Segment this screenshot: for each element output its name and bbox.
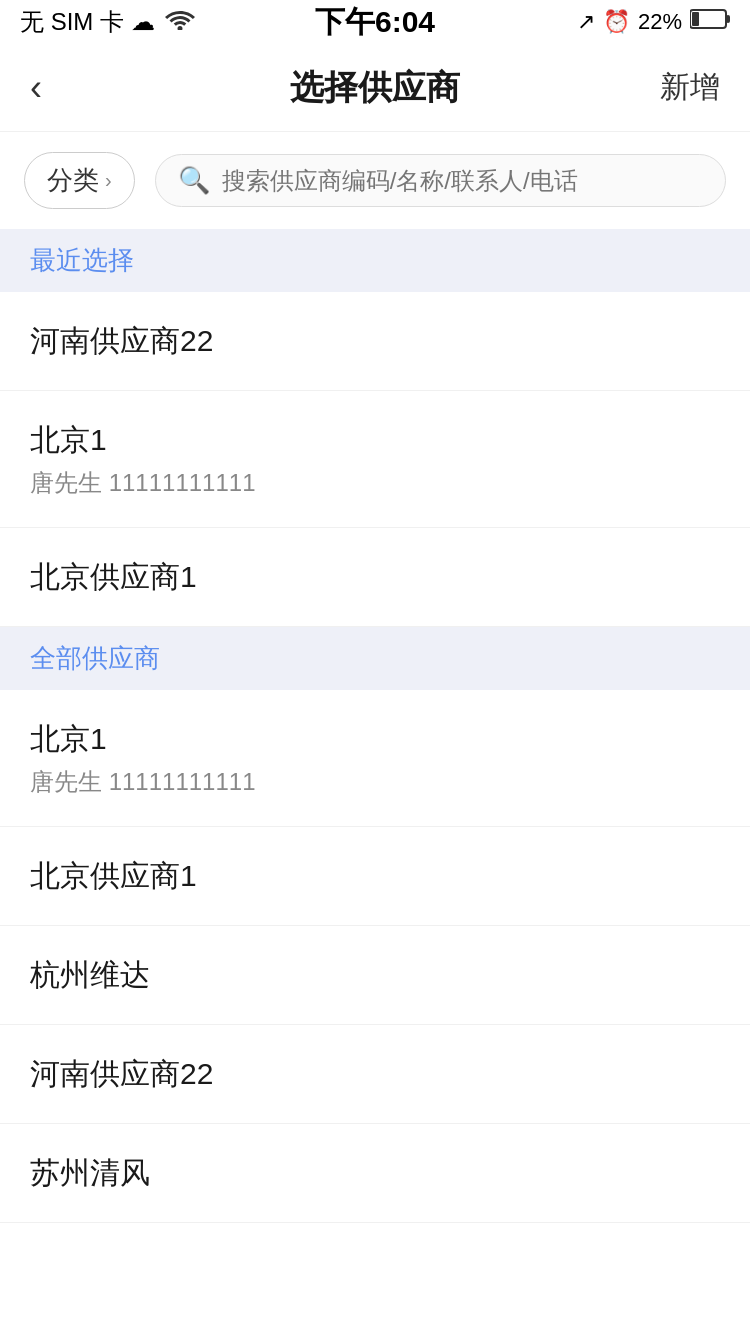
location-icon: ↗ [577, 9, 595, 35]
nav-bar: ‹ 选择供应商 新增 [0, 44, 750, 132]
list-item[interactable]: 北京供应商1 [0, 528, 750, 627]
sim-status: 无 SIM 卡 ☁ [20, 6, 155, 38]
list-item[interactable]: 河南供应商22 [0, 292, 750, 391]
all-section-header: 全部供应商 [0, 627, 750, 690]
recent-list: 河南供应商22 北京1 唐先生 11111111111 北京供应商1 [0, 292, 750, 627]
item-name: 北京供应商1 [30, 855, 720, 897]
list-item[interactable]: 北京1 唐先生 11111111111 [0, 391, 750, 528]
item-sub: 唐先生 11111111111 [30, 467, 720, 499]
item-name: 北京1 [30, 718, 720, 760]
search-input[interactable] [222, 167, 703, 195]
item-name: 河南供应商22 [30, 320, 720, 362]
category-label: 分类 [47, 163, 99, 198]
add-button[interactable]: 新增 [660, 67, 720, 108]
status-left: 无 SIM 卡 ☁ [20, 6, 195, 38]
item-name: 杭州维达 [30, 954, 720, 996]
chevron-right-icon: › [105, 169, 112, 192]
status-bar: 无 SIM 卡 ☁ 下午6:04 ↗ ⏰ 22% [0, 0, 750, 44]
recent-section-header: 最近选择 [0, 229, 750, 292]
page-title: 选择供应商 [290, 65, 460, 111]
all-section-label: 全部供应商 [30, 643, 160, 673]
status-right: ↗ ⏰ 22% [577, 8, 730, 36]
back-button[interactable]: ‹ [30, 67, 90, 109]
list-item[interactable]: 北京供应商1 [0, 827, 750, 926]
all-list: 北京1 唐先生 11111111111 北京供应商1 杭州维达河南供应商22 苏州清风 [0, 690, 750, 1223]
list-item[interactable]: 杭州维达 [0, 926, 750, 1025]
search-box[interactable]: 🔍 [155, 154, 726, 207]
item-name: 北京1 [30, 419, 720, 461]
category-button[interactable]: 分类 › [24, 152, 135, 209]
item-name: 苏州清风 [30, 1152, 720, 1194]
alarm-icon: ⏰ [603, 9, 630, 35]
item-sub: 唐先生 11111111111 [30, 766, 720, 798]
item-name: 北京供应商1 [30, 556, 720, 598]
recent-section-label: 最近选择 [30, 245, 134, 275]
item-name: 河南供应商22 [30, 1053, 720, 1095]
wifi-icon [165, 8, 195, 36]
svg-rect-1 [726, 15, 730, 23]
search-icon: 🔍 [178, 165, 210, 196]
list-item[interactable]: 河南供应商22 [0, 1025, 750, 1124]
svg-rect-2 [692, 12, 699, 26]
filter-bar: 分类 › 🔍 [0, 132, 750, 229]
battery-icon [690, 8, 730, 36]
list-item[interactable]: 苏州清风 [0, 1124, 750, 1223]
battery-text: 22% [638, 9, 682, 35]
status-time: 下午6:04 [315, 2, 435, 43]
list-item[interactable]: 北京1 唐先生 11111111111 [0, 690, 750, 827]
